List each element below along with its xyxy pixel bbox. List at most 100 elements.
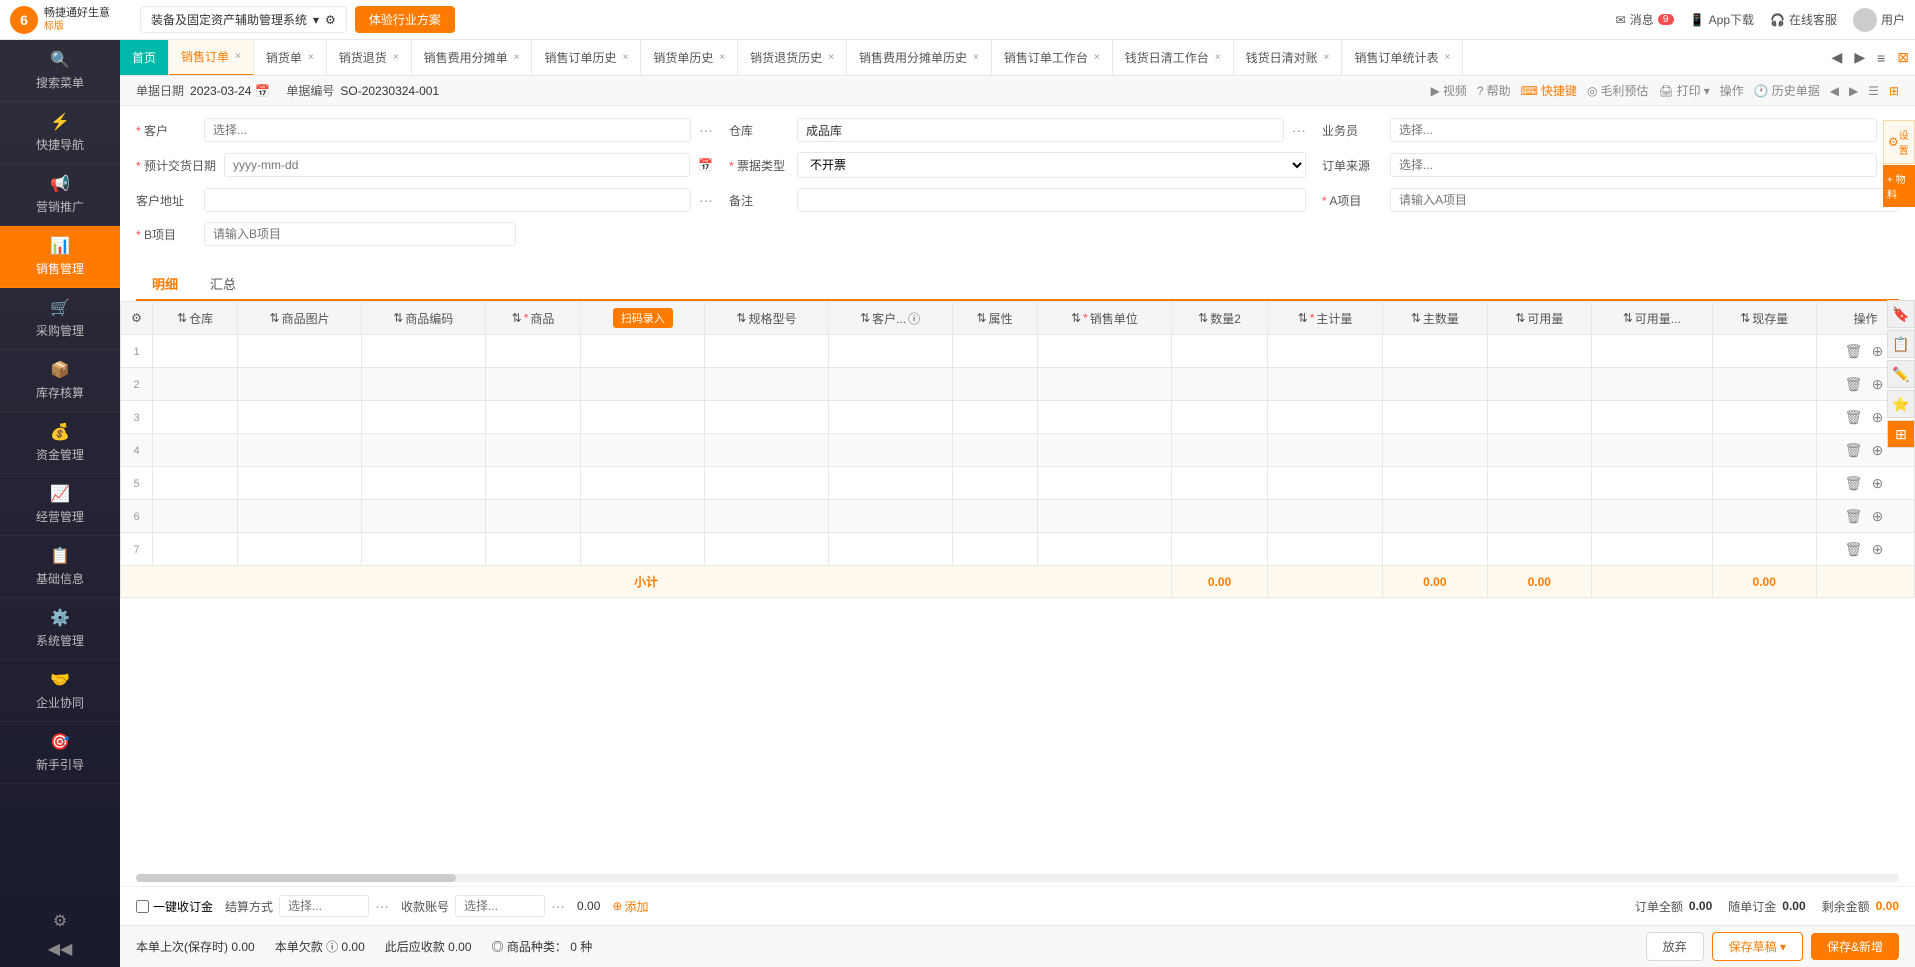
row-delete-btn[interactable]: 🗑 bbox=[1843, 473, 1863, 493]
tab-close-icon[interactable]: × bbox=[719, 52, 725, 63]
solution-btn[interactable]: 体验行业方案 bbox=[355, 6, 455, 33]
address-input[interactable] bbox=[204, 188, 691, 212]
settings-icon[interactable]: ⚙ bbox=[325, 13, 336, 27]
tab-detail[interactable]: 明细 bbox=[136, 268, 194, 301]
staff-input[interactable] bbox=[1390, 118, 1877, 142]
save-draft-chevron-icon[interactable]: ▾ bbox=[1780, 940, 1786, 954]
settings-bottom-icon[interactable]: ⚙ bbox=[53, 911, 67, 931]
sidebar-item-collab[interactable]: 🤝 企业协同 bbox=[0, 660, 120, 722]
grid-view-btn[interactable]: ⊞ bbox=[1889, 84, 1899, 98]
row-delete-btn[interactable]: 🗑 bbox=[1843, 374, 1863, 394]
calendar-icon[interactable]: 📅 bbox=[255, 84, 270, 98]
message-btn[interactable]: ✉ 消息 9 bbox=[1616, 11, 1674, 28]
prev-record-btn[interactable]: ◀ bbox=[1830, 84, 1839, 98]
row-copy-btn[interactable]: ⊕ bbox=[1867, 506, 1887, 526]
tab-return-history[interactable]: 销货退货历史 × bbox=[738, 40, 847, 76]
payment-more-btn[interactable]: ··· bbox=[375, 898, 389, 914]
customer-more-btn[interactable]: ··· bbox=[699, 122, 713, 138]
tab-close-icon[interactable]: × bbox=[235, 51, 241, 62]
right-icon-bookmark[interactable]: 🔖 bbox=[1887, 300, 1915, 328]
material-side-btn[interactable]: + 物料 bbox=[1883, 165, 1915, 207]
row-delete-btn[interactable]: 🗑 bbox=[1843, 341, 1863, 361]
history-btn[interactable]: 🕐 历史单据 bbox=[1754, 82, 1820, 99]
scan-btn[interactable]: 扫码录入 bbox=[613, 308, 673, 328]
row-delete-btn[interactable]: 🗑 bbox=[1843, 539, 1863, 559]
sidebar-item-system[interactable]: ⚙️ 系统管理 bbox=[0, 598, 120, 660]
sidebar-item-basic[interactable]: 📋 基础信息 bbox=[0, 536, 120, 598]
tab-next-btn[interactable]: ▶ bbox=[1848, 40, 1871, 76]
list-view-btn[interactable]: ☰ bbox=[1868, 84, 1879, 98]
save-new-btn[interactable]: 保存&新增 bbox=[1811, 933, 1899, 960]
sidebar-item-sales[interactable]: 📊 销售管理 bbox=[0, 226, 120, 288]
tab-sales-order[interactable]: 销售订单 × bbox=[169, 40, 254, 76]
row-delete-btn[interactable]: 🗑 bbox=[1843, 407, 1863, 427]
collapse-icon[interactable]: ◀◀ bbox=[48, 939, 73, 959]
sidebar-item-marketing[interactable]: 📢 营销推广 bbox=[0, 164, 120, 226]
quick-order-check[interactable] bbox=[136, 900, 149, 913]
receipt-more-btn[interactable]: ··· bbox=[551, 898, 565, 914]
tab-daily-reconcile[interactable]: 钱货日清对账 × bbox=[1234, 40, 1343, 76]
next-record-btn[interactable]: ▶ bbox=[1849, 84, 1858, 98]
right-icon-copy[interactable]: 📋 bbox=[1887, 330, 1915, 358]
add-btn[interactable]: ⊕ 添加 bbox=[612, 898, 648, 915]
tab-return[interactable]: 销货退货 × bbox=[327, 40, 412, 76]
tab-order-stats[interactable]: 销售订单统计表 × bbox=[1342, 40, 1463, 76]
tab-order-workbench[interactable]: 销售订单工作台 × bbox=[992, 40, 1113, 76]
tab-close-icon[interactable]: × bbox=[1094, 52, 1100, 63]
tab-close-icon[interactable]: × bbox=[828, 52, 834, 63]
tab-invoice[interactable]: 销货单 × bbox=[254, 40, 327, 76]
invoice-type-select[interactable]: 不开票 普通发票 增值税专用发票 bbox=[797, 152, 1306, 178]
user-btn[interactable]: 用户 bbox=[1853, 8, 1905, 32]
tab-close-icon[interactable]: × bbox=[1215, 52, 1221, 63]
view-btn[interactable]: ▶ 视频 bbox=[1431, 82, 1467, 99]
tab-prev-btn[interactable]: ◀ bbox=[1826, 40, 1849, 76]
tab-expense-history[interactable]: 销售费用分摊单历史 × bbox=[847, 40, 992, 76]
sidebar-item-finance[interactable]: 💰 资金管理 bbox=[0, 412, 120, 474]
column-settings-icon[interactable]: ⚙ bbox=[131, 311, 142, 325]
row-copy-btn[interactable]: ⊕ bbox=[1867, 374, 1887, 394]
scrollbar-thumb[interactable] bbox=[136, 874, 456, 882]
shortcut-btn[interactable]: ⌨ 快捷键 bbox=[1521, 82, 1577, 99]
tab-order-history[interactable]: 销售订单历史 × bbox=[532, 40, 641, 76]
save-draft-btn[interactable]: 保存草稿 ▾ bbox=[1712, 932, 1803, 961]
operate-btn[interactable]: 操作 bbox=[1720, 82, 1744, 99]
settings-panel-btn[interactable]: ⚙ 设置 bbox=[1883, 120, 1915, 164]
tab-close-icon[interactable]: × bbox=[1444, 52, 1450, 63]
sidebar-item-search[interactable]: 🔍 搜索菜单 bbox=[0, 40, 120, 102]
warehouse-more-btn[interactable]: ··· bbox=[1292, 122, 1306, 138]
th-settings[interactable]: ⚙ bbox=[121, 302, 153, 335]
sidebar-item-guide[interactable]: 🎯 新手引导 bbox=[0, 722, 120, 784]
app-download-btn[interactable]: 📱 App下载 bbox=[1690, 11, 1754, 28]
tab-close-icon[interactable]: × bbox=[622, 52, 628, 63]
tab-close-icon[interactable]: × bbox=[308, 52, 314, 63]
right-icon-widget[interactable]: ⊞ bbox=[1887, 420, 1915, 448]
right-icon-star[interactable]: ⭐ bbox=[1887, 390, 1915, 418]
row-copy-btn[interactable]: ⊕ bbox=[1867, 440, 1887, 460]
tab-home[interactable]: 首页 bbox=[120, 40, 169, 76]
tab-expense[interactable]: 销售费用分摊单 × bbox=[412, 40, 533, 76]
a-project-input[interactable] bbox=[1390, 188, 1899, 212]
tab-summary[interactable]: 汇总 bbox=[194, 268, 252, 299]
row-copy-btn[interactable]: ⊕ bbox=[1867, 407, 1887, 427]
tab-close-icon[interactable]: × bbox=[514, 52, 520, 63]
sidebar-item-inventory[interactable]: 📦 库存核算 bbox=[0, 350, 120, 412]
right-icon-edit[interactable]: ✏️ bbox=[1887, 360, 1915, 388]
payment-method-input[interactable] bbox=[279, 895, 369, 917]
b-project-input[interactable] bbox=[204, 222, 516, 246]
discard-btn[interactable]: 放弃 bbox=[1646, 932, 1704, 961]
tab-close-all-btn[interactable]: ⊠ bbox=[1891, 40, 1915, 76]
sidebar-item-purchase[interactable]: 🛒 采购管理 bbox=[0, 288, 120, 350]
address-more-btn[interactable]: ··· bbox=[699, 192, 713, 208]
row-delete-btn[interactable]: 🗑 bbox=[1843, 440, 1863, 460]
row-copy-btn[interactable]: ⊕ bbox=[1867, 539, 1887, 559]
warehouse-input[interactable] bbox=[797, 118, 1284, 142]
sidebar-item-management[interactable]: 📈 经营管理 bbox=[0, 474, 120, 536]
help-btn[interactable]: ? 帮助 bbox=[1477, 82, 1511, 99]
print-btn[interactable]: 🖨 打印 ▾ bbox=[1658, 82, 1709, 99]
row-copy-btn[interactable]: ⊕ bbox=[1867, 473, 1887, 493]
delivery-date-input[interactable] bbox=[224, 153, 690, 177]
tab-daily-workbench[interactable]: 钱货日清工作台 × bbox=[1113, 40, 1234, 76]
delivery-cal-icon[interactable]: 📅 bbox=[698, 158, 713, 172]
system-selector[interactable]: 装备及固定资产辅助管理系统 ▾ ⚙ bbox=[140, 6, 347, 33]
sidebar-item-quicknav[interactable]: ⚡ 快捷导航 bbox=[0, 102, 120, 164]
